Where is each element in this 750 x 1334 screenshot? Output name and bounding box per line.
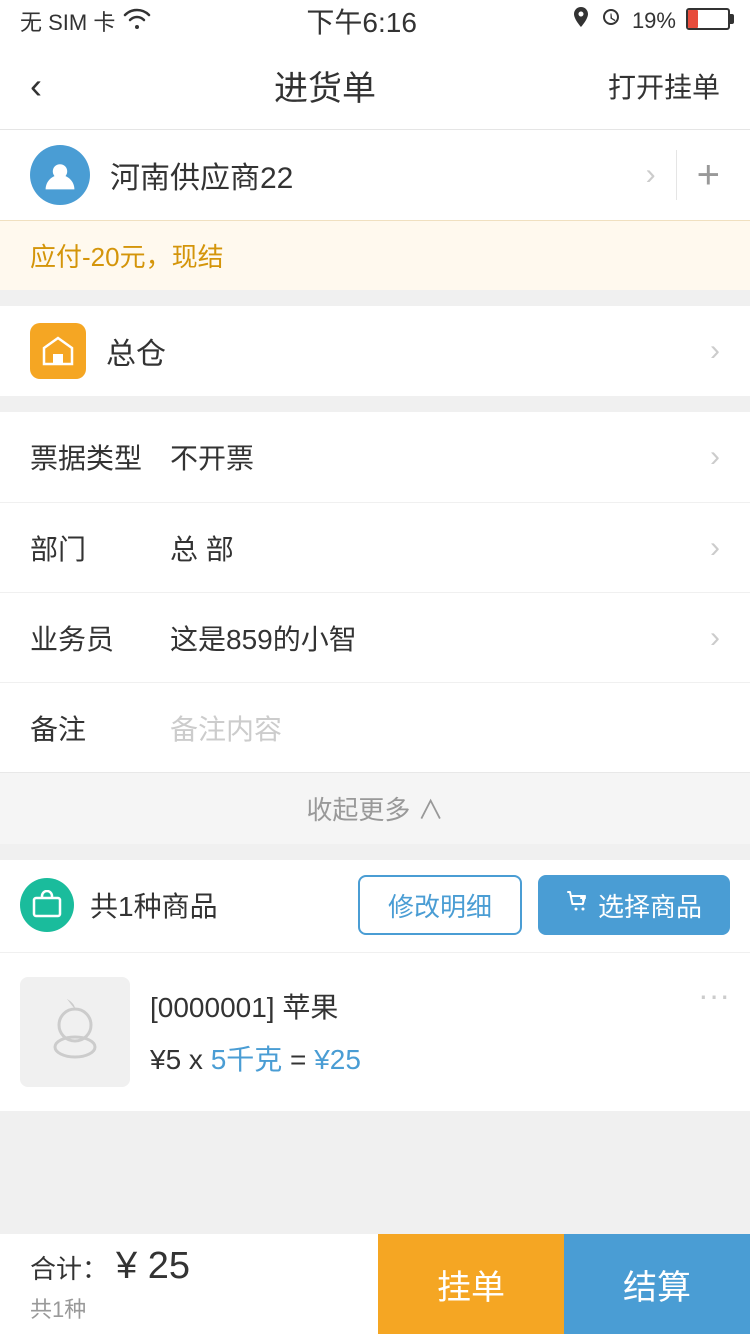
location-icon	[572, 7, 590, 35]
product-info: [0000001] 苹果 ¥5 x 5千克 = ¥25	[150, 986, 678, 1078]
add-button[interactable]: +	[697, 153, 720, 198]
warehouse-row[interactable]: 总仓 ›	[0, 306, 750, 396]
supplier-avatar	[30, 145, 90, 205]
status-bar: 无 SIM 卡 下午6:16 19%	[0, 0, 750, 42]
footer-total-amount: ¥ 25	[116, 1245, 190, 1288]
warehouse-chevron-icon: ›	[710, 334, 720, 368]
supplier-card: 河南供应商22 › + 应付-20元，现结	[0, 130, 750, 290]
form-card: 票据类型 不开票 › 部门 总 部 › 业务员 这是859的小智 › 备注 备注…	[0, 412, 750, 844]
footer-spacer	[0, 1127, 750, 1227]
invoice-row[interactable]: 票据类型 不开票 ›	[0, 412, 750, 502]
nav-bar: ‹ 进货单 打开挂单	[0, 42, 750, 130]
warehouse-name: 总仓	[106, 329, 710, 373]
checkout-button[interactable]: 结算	[564, 1234, 750, 1334]
department-label: 部门	[30, 528, 150, 568]
remark-label: 备注	[30, 708, 150, 748]
remark-input[interactable]: 备注内容	[170, 708, 720, 748]
content: 河南供应商22 › + 应付-20元，现结 总仓 › 票据类型 不开票 ›	[0, 130, 750, 1227]
supplier-name: 河南供应商22	[110, 153, 646, 197]
products-header: 共1种商品 修改明细 选择商品	[0, 860, 750, 950]
invoice-value: 不开票	[170, 437, 710, 477]
cart-icon	[566, 890, 590, 921]
salesman-row[interactable]: 业务员 这是859的小智 ›	[0, 592, 750, 682]
salesman-label: 业务员	[30, 618, 150, 658]
select-product-button[interactable]: 选择商品	[538, 875, 730, 935]
wifi-icon	[123, 7, 151, 35]
status-left: 无 SIM 卡	[20, 5, 151, 37]
warehouse-icon	[30, 323, 86, 379]
carrier-text: 无 SIM 卡	[20, 5, 115, 37]
status-right: 19%	[572, 7, 730, 35]
salesman-value: 这是859的小智	[170, 618, 710, 658]
product-thumbnail	[20, 977, 130, 1087]
remark-row[interactable]: 备注 备注内容	[0, 682, 750, 772]
quantity-text: 5千克	[211, 1044, 283, 1075]
collapse-label: 收起更多 ∧	[306, 790, 443, 827]
products-card: 共1种商品 修改明细 选择商品	[0, 860, 750, 1111]
equals-text: =	[282, 1044, 314, 1075]
price-text: ¥5 x	[150, 1044, 211, 1075]
product-item: [0000001] 苹果 ¥5 x 5千克 = ¥25 ···	[0, 952, 750, 1111]
footer: 合计： ¥ 25 共1种 挂单 结算	[0, 1234, 750, 1334]
divider	[676, 150, 677, 200]
salesman-chevron-icon: ›	[710, 621, 720, 655]
notice-text: 应付-20元，现结	[30, 242, 224, 272]
battery-percent: 19%	[632, 8, 676, 34]
notice-bar: 应付-20元，现结	[0, 220, 750, 290]
status-time: 下午6:16	[306, 1, 417, 41]
department-row[interactable]: 部门 总 部 ›	[0, 502, 750, 592]
footer-total-count: 共1种	[30, 1292, 348, 1324]
invoice-label: 票据类型	[30, 437, 150, 477]
product-name: [0000001] 苹果	[150, 986, 678, 1026]
department-chevron-icon: ›	[710, 531, 720, 565]
open-pending-button[interactable]: 打开挂单	[608, 66, 720, 106]
alarm-icon	[600, 7, 622, 35]
edit-detail-button[interactable]: 修改明细	[358, 875, 522, 935]
page-title: 进货单	[274, 61, 376, 110]
supplier-row[interactable]: 河南供应商22 › +	[0, 130, 750, 220]
warehouse-card: 总仓 ›	[0, 306, 750, 396]
department-value: 总 部	[170, 528, 710, 568]
footer-total: 合计： ¥ 25 共1种	[0, 1245, 378, 1324]
battery-icon	[686, 8, 730, 34]
products-icon	[20, 878, 74, 932]
more-button[interactable]: ···	[698, 977, 730, 1014]
collapse-bar[interactable]: 收起更多 ∧	[0, 772, 750, 844]
products-count: 共1种商品	[90, 885, 342, 925]
product-price: ¥5 x 5千克 = ¥25	[150, 1038, 678, 1078]
invoice-chevron-icon: ›	[710, 440, 720, 474]
back-button[interactable]: ‹	[30, 65, 42, 107]
footer-total-label: 合计： ¥ 25	[30, 1245, 348, 1288]
hold-button[interactable]: 挂单	[378, 1234, 564, 1334]
total-text: ¥25	[314, 1044, 361, 1075]
supplier-chevron-icon: ›	[646, 158, 656, 192]
